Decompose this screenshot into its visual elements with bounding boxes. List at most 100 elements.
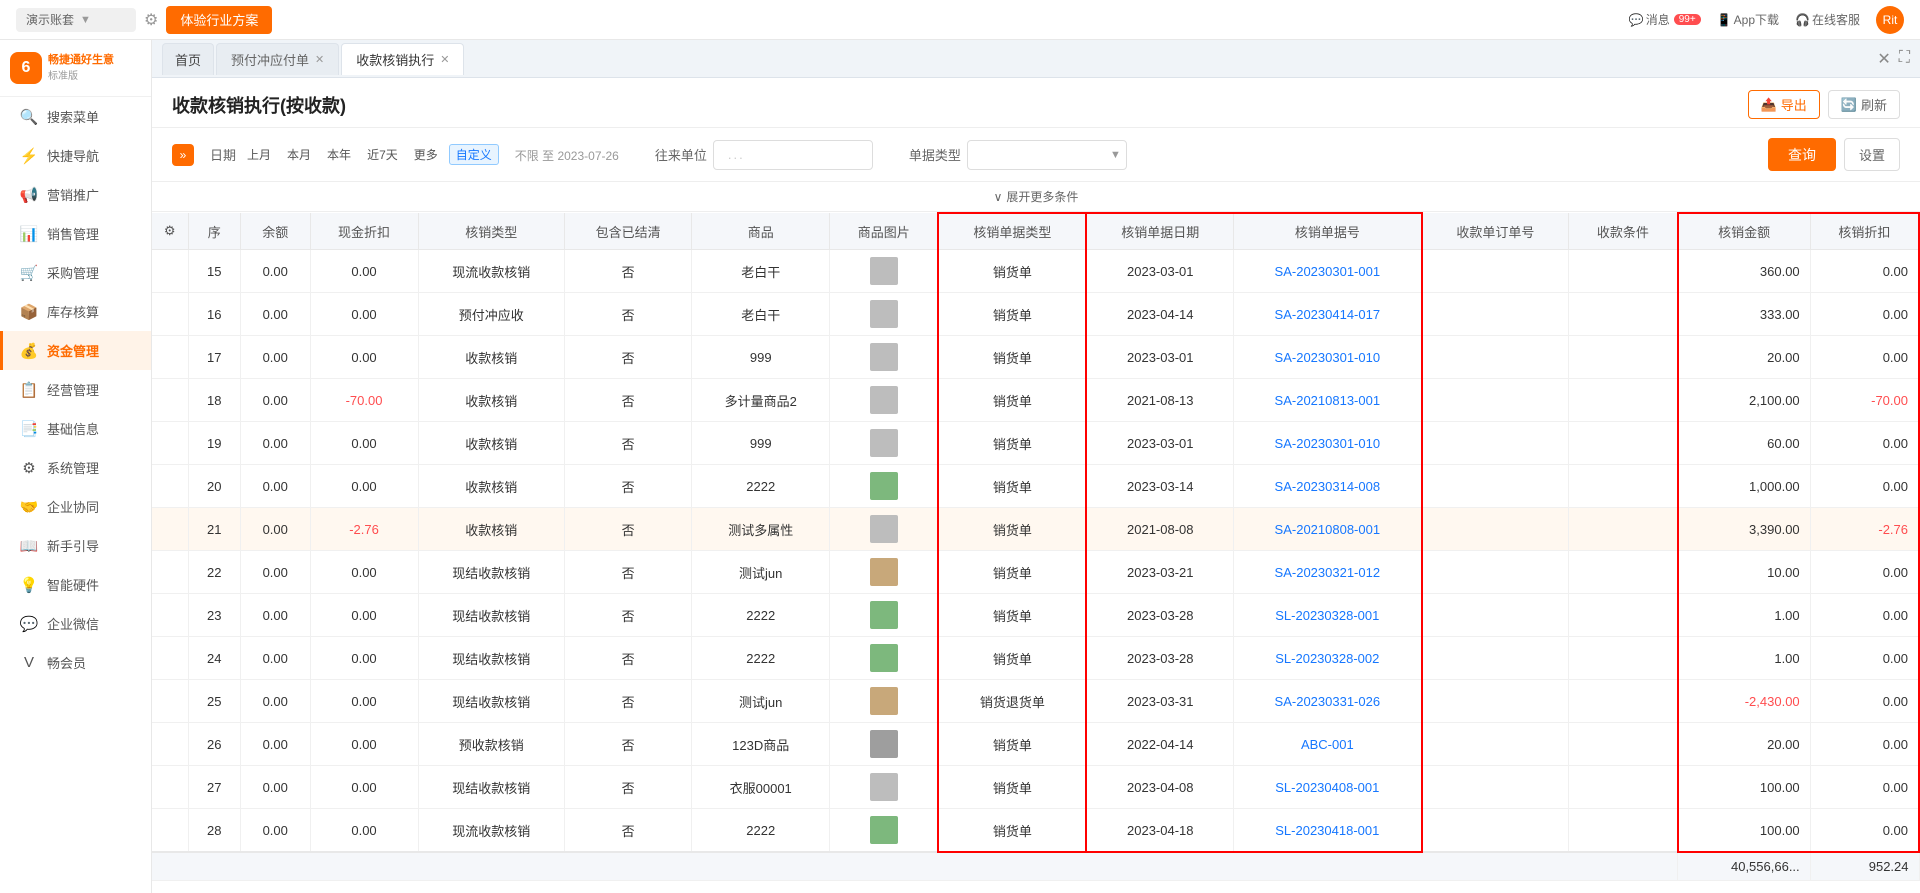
cell-verify-no[interactable]: SA-20230301-010 [1234,422,1422,465]
table-row: 22 0.00 0.00 现结收款核销 否 测试jun 销货单 2023-03-… [152,551,1919,594]
cell-verify-discount: 0.00 [1810,250,1919,293]
bill-type-select[interactable] [967,140,1127,170]
refresh-button[interactable]: 🔄 刷新 [1828,90,1900,119]
verify-no-link[interactable]: SL-20230328-001 [1275,608,1379,623]
user-avatar[interactable]: Rit [1876,6,1904,34]
last7-btn[interactable]: 近7天 [362,144,403,165]
cell-verify-no[interactable]: SL-20230408-001 [1234,766,1422,809]
message-btn[interactable]: 💬 消息 99+ [1629,11,1701,28]
cell-verify-amount: -2,430.00 [1678,680,1811,723]
verify-no-link[interactable]: SL-20230328-002 [1275,651,1379,666]
this-year-btn[interactable]: 本年 [322,144,356,165]
table-container[interactable]: ⚙ 序 余额 现金折扣 核销类型 包含已结清 商品 商品图片 核销单据类型 核销… [152,212,1920,893]
industry-plan-button[interactable]: 体验行业方案 [166,6,272,34]
sidebar-item-14[interactable]: V畅会员 [0,643,151,682]
cell-verify-type: 现流收款核销 [418,250,564,293]
cell-verify-no[interactable]: SA-20230301-001 [1234,250,1422,293]
cell-verify-bill-type: 销货单 [938,250,1086,293]
cell-verify-no[interactable]: SA-20230331-026 [1234,680,1422,723]
cell-goods: 衣服00001 [692,766,830,809]
cell-verify-amount: 60.00 [1678,422,1811,465]
sidebar-item-1[interactable]: ⚡快捷导航 [0,136,151,175]
cell-verify-type: 现结收款核销 [418,594,564,637]
verify-no-link[interactable]: SA-20210813-001 [1275,393,1381,408]
sidebar-item-2[interactable]: 📢营销推广 [0,175,151,214]
query-button[interactable]: 查询 [1768,138,1836,171]
cell-seq: 25 [188,680,240,723]
verify-no-link[interactable]: SL-20230418-001 [1275,823,1379,838]
cell-verify-no[interactable]: SL-20230328-001 [1234,594,1422,637]
expand-more-bar[interactable]: ∨ 展开更多条件 [152,182,1920,212]
sidebar-item-6[interactable]: 💰资金管理 [0,331,151,370]
sidebar-item-12[interactable]: 💡智能硬件 [0,565,151,604]
company-selector[interactable]: 演示账套 ▼ [16,8,136,32]
export-button[interactable]: 📤 导出 [1748,90,1820,119]
cell-verify-no[interactable]: SA-20210808-001 [1234,508,1422,551]
cell-verify-no[interactable]: SA-20230414-017 [1234,293,1422,336]
cell-verify-no[interactable]: SA-20230314-008 [1234,465,1422,508]
close-prepay-tab[interactable]: ✕ [315,53,324,66]
verify-no-link[interactable]: SA-20230321-012 [1275,565,1381,580]
verify-no-link[interactable]: SA-20230331-026 [1275,694,1381,709]
cell-verify-amount: 333.00 [1678,293,1811,336]
verify-no-link[interactable]: SL-20230408-001 [1275,780,1379,795]
app-download-btn[interactable]: 📱 App下载 [1717,11,1779,28]
from-unit-label: 往来单位 [655,145,707,164]
table-header-row: ⚙ 序 余额 现金折扣 核销类型 包含已结清 商品 商品图片 核销单据类型 核销… [152,213,1919,250]
cell-goods-img [830,465,939,508]
sidebar-item-4[interactable]: 🛒采购管理 [0,253,151,292]
cell-verify-no[interactable]: SA-20230301-010 [1234,336,1422,379]
table-row: 19 0.00 0.00 收款核销 否 999 销货单 2023-03-01 S… [152,422,1919,465]
cell-verify-bill-type: 销货单 [938,336,1086,379]
cell-verify-no[interactable]: SL-20230418-001 [1234,809,1422,853]
maximize-icon[interactable]: ⛶ [1899,49,1910,69]
sidebar-item-8[interactable]: 📑基础信息 [0,409,151,448]
cell-verify-amount: 20.00 [1678,336,1811,379]
verify-no-link[interactable]: ABC-001 [1301,737,1354,752]
online-service-btn[interactable]: 🎧 在线客服 [1795,11,1860,28]
cell-cash-discount: 0.00 [310,594,418,637]
verify-no-link[interactable]: SA-20230301-010 [1275,350,1381,365]
tab-verify[interactable]: 收款核销执行 ✕ [341,43,464,75]
verify-no-link[interactable]: SA-20230414-017 [1275,307,1381,322]
settings-button[interactable]: 设置 [1844,138,1900,171]
sidebar-icon-10: 🤝 [19,498,39,516]
verify-no-link[interactable]: SA-20210808-001 [1275,522,1381,537]
last-month-btn[interactable]: 上月 [242,144,276,165]
sidebar-item-10[interactable]: 🤝企业协同 [0,487,151,526]
close-verify-tab[interactable]: ✕ [440,53,449,66]
sidebar-item-0[interactable]: 🔍搜索菜单 [0,97,151,136]
sidebar-item-11[interactable]: 📖新手引导 [0,526,151,565]
custom-date-btn[interactable]: 自定义 [449,144,499,165]
tab-prepay[interactable]: 预付冲应付单 ✕ [216,43,339,75]
cell-verify-amount: 3,390.00 [1678,508,1811,551]
cell-verify-no[interactable]: SA-20230321-012 [1234,551,1422,594]
verify-no-link[interactable]: SA-20230301-010 [1275,436,1381,451]
sidebar-item-3[interactable]: 📊销售管理 [0,214,151,253]
cell-goods: 测试多属性 [692,508,830,551]
cell-verify-no[interactable]: ABC-001 [1234,723,1422,766]
cell-verify-no[interactable]: SA-20210813-001 [1234,379,1422,422]
cell-receipt-terms [1569,336,1678,379]
sidebar-item-5[interactable]: 📦库存核算 [0,292,151,331]
cell-seq: 24 [188,637,240,680]
close-all-tabs[interactable]: ✕ [1877,49,1890,69]
sidebar-item-7[interactable]: 📋经营管理 [0,370,151,409]
cell-receipt-order-no [1422,336,1569,379]
sidebar-item-13[interactable]: 💬企业微信 [0,604,151,643]
verify-no-link[interactable]: SA-20230301-001 [1275,264,1381,279]
filter-bar: » 日期 上月 本月 本年 近7天 更多 自定义 不限 至 2023-07-26… [152,128,1920,182]
cell-verify-amount: 1.00 [1678,637,1811,680]
table-row: 24 0.00 0.00 现结收款核销 否 2222 销货单 2023-03-2… [152,637,1919,680]
cell-verify-no[interactable]: SL-20230328-002 [1234,637,1422,680]
this-month-btn[interactable]: 本月 [282,144,316,165]
cell-verify-type: 收款核销 [418,508,564,551]
table-row: 23 0.00 0.00 现结收款核销 否 2222 销货单 2023-03-2… [152,594,1919,637]
verify-no-link[interactable]: SA-20230314-008 [1275,479,1381,494]
more-date-btn[interactable]: 更多 [409,144,443,165]
from-unit-input[interactable]: ... [713,140,873,170]
sidebar-item-9[interactable]: ⚙系统管理 [0,448,151,487]
filter-toggle-button[interactable]: » [172,144,194,166]
settings-icon[interactable]: ⚙ [144,10,158,30]
tab-home[interactable]: 首页 [162,43,214,75]
